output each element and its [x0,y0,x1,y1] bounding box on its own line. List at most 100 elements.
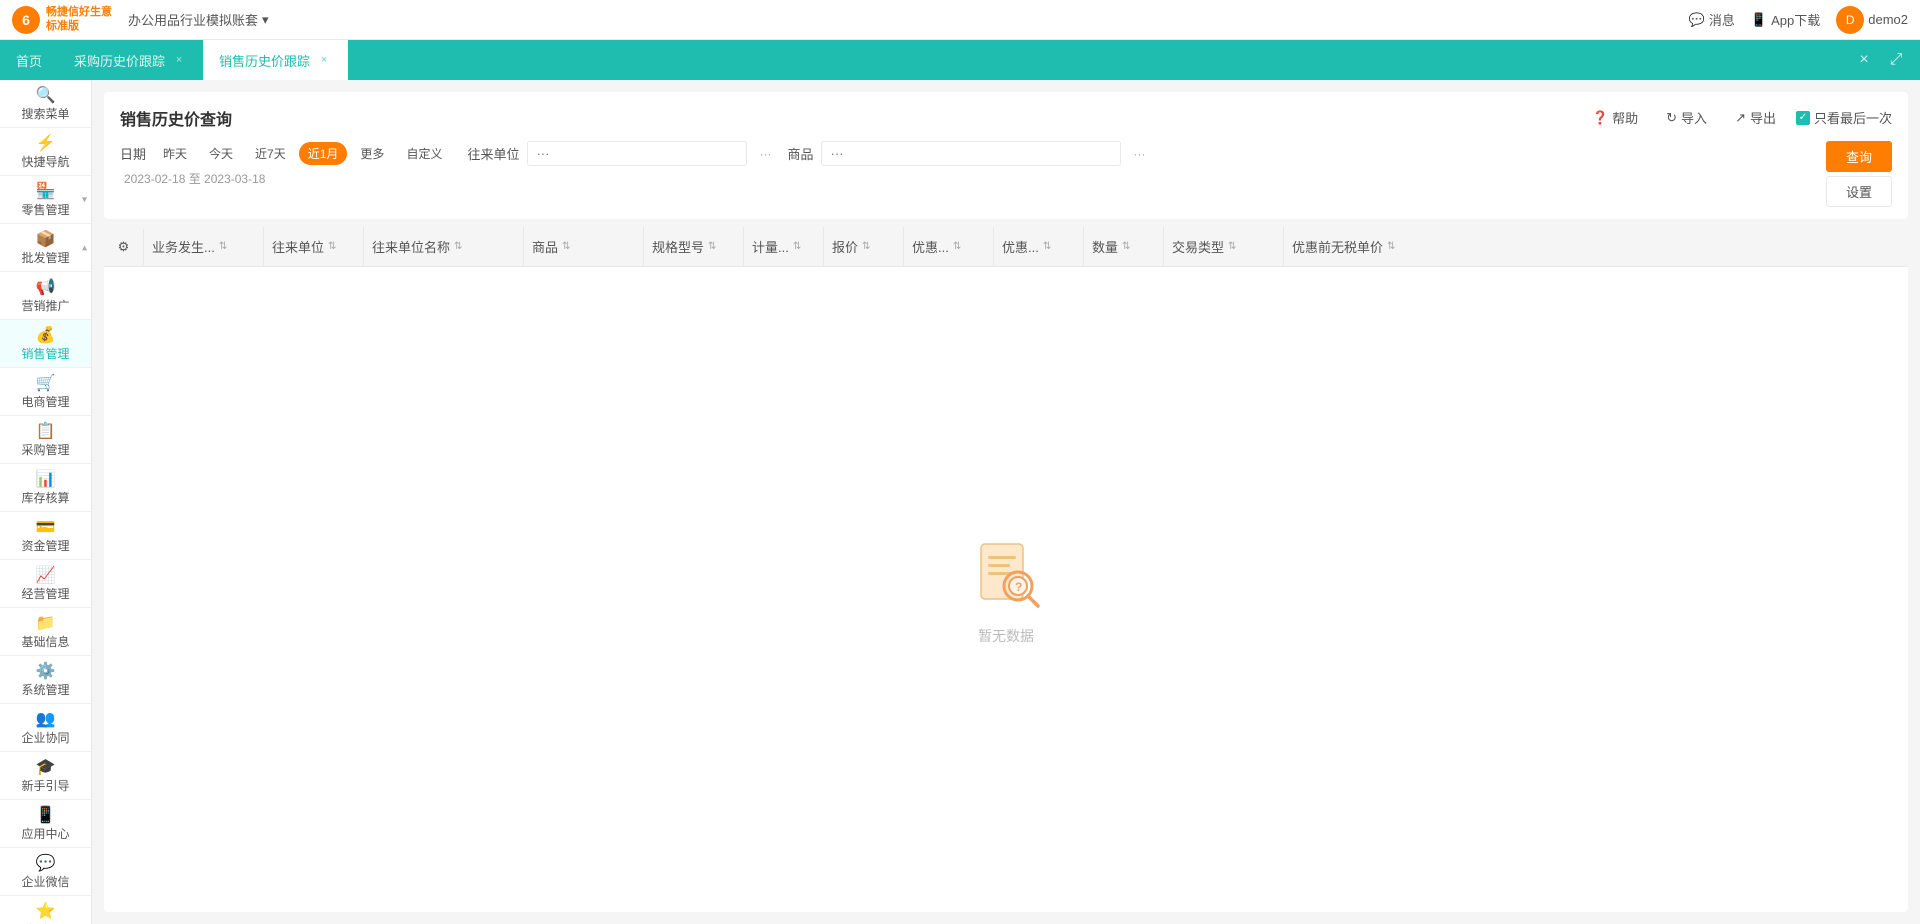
search-button[interactable]: 查询 [1826,141,1892,172]
partner-label: 往来单位 [467,144,519,163]
th-unit[interactable]: 计量... ⇅ [744,227,824,266]
finance-icon: 💳 [36,517,56,537]
help-button[interactable]: ❓ 帮助 [1584,104,1646,131]
sidebar-item-inventory[interactable]: 📊 库存核算 [0,464,91,512]
export-button[interactable]: ↗ 导出 [1727,104,1784,131]
sort-icon: ⇅ [1122,241,1130,252]
date-btn-last7days[interactable]: 近7天 [246,142,295,165]
tab-sales-history[interactable]: 销售历史价跟踪 × [203,40,348,80]
tab-sales-history-close[interactable]: × [316,52,332,68]
product-input-clear[interactable]: ··· [1133,147,1145,161]
th-qty[interactable]: 数量 ⇅ [1084,227,1164,266]
only-last-wrapper[interactable]: ✓ 只看最后一次 [1796,108,1892,127]
app-download-label: App下载 [1771,10,1820,29]
sidebar-item-app-center[interactable]: 📱 应用中心 [0,800,91,848]
chevron-down-icon: ▾ [82,194,87,205]
sidebar-item-enterprise-collab[interactable]: 👥 企业协同 [0,704,91,752]
sidebar-item-basic-info-label: 基础信息 [21,635,69,651]
sidebar-item-search-menu-label: 搜索菜单 [21,107,69,123]
th-product-label: 商品 [532,237,558,256]
app-download-button[interactable]: 📱 App下载 [1751,10,1820,29]
sidebar-item-enterprise-wechat[interactable]: 💬 企业微信 [0,848,91,896]
th-discount2[interactable]: 优惠... ⇅ [994,227,1084,266]
date-btn-yesterday[interactable]: 昨天 [154,142,196,165]
query-row: 日期 昨天 今天 近7天 近1月 更多 自定义 [120,141,1145,166]
sidebar-item-new-guide[interactable]: 🎓 新手引导 [0,752,91,800]
user-menu[interactable]: D demo2 [1836,6,1908,34]
th-product[interactable]: 商品 ⇅ [524,227,644,266]
sidebar-item-retail-mgmt[interactable]: 🏪 零售管理 ▾ [0,176,91,224]
sidebar-item-finance-mgmt[interactable]: 💳 资金管理 [0,512,91,560]
partner-input-clear[interactable]: ··· [759,147,771,161]
sales-icon: 💰 [36,325,56,345]
tab-purchase-history-close[interactable]: × [171,52,187,68]
import-button[interactable]: ↻ 导入 [1658,104,1715,131]
th-trade-type[interactable]: 交易类型 ⇅ [1164,227,1284,266]
sidebar-item-sales-mgmt-label: 销售管理 [21,347,69,363]
column-settings-icon: ⚙ [118,239,130,255]
table-container: ⚙ 业务发生... ⇅ 往来单位 ⇅ 往来单位名称 ⇅ [104,227,1908,912]
tab-home[interactable]: 首页 [0,40,58,80]
th-business-date-label: 业务发生... [152,237,215,256]
header-actions: ❓ 帮助 ↻ 导入 ↗ 导出 ✓ 只看最后一次 [1584,104,1892,131]
date-btn-last1month[interactable]: 近1月 [299,142,348,165]
sidebar-item-basic-info[interactable]: 📁 基础信息 [0,608,91,656]
app-center-icon: 📱 [36,805,56,825]
expand-button[interactable]: ⤢ [1884,48,1908,72]
th-pretax-price[interactable]: 优惠前无税单价 ⇅ [1284,227,1908,266]
sidebar-item-sales-mgmt[interactable]: 💰 销售管理 [0,320,91,368]
th-unit-label: 计量... [752,237,789,256]
th-partner-name[interactable]: 往来单位名称 ⇅ [364,227,524,266]
sidebar-item-search-menu[interactable]: 🔍 搜索菜单 [0,80,91,128]
message-button[interactable]: 💬 消息 [1689,10,1735,29]
sidebar-item-quick-nav[interactable]: ⚡ 快捷导航 [0,128,91,176]
sidebar-item-wholesale-mgmt[interactable]: 📦 批发管理 ▴ [0,224,91,272]
sidebar-item-ecommerce-mgmt[interactable]: 🛒 电商管理 [0,368,91,416]
message-label: 消息 [1709,10,1735,29]
app-selector[interactable]: 办公用品行业模拟账套 ▾ [120,6,277,33]
sidebar-item-system-mgmt[interactable]: ⚙️ 系统管理 [0,656,91,704]
product-input[interactable] [821,141,1121,166]
partner-input[interactable] [527,141,747,166]
tab-purchase-history[interactable]: 采购历史价跟踪 × [58,40,203,80]
th-business-date[interactable]: 业务发生... ⇅ [144,227,264,266]
page-title: 销售历史价查询 [120,106,232,130]
svg-text:?: ? [1015,580,1022,594]
close-all-tabs-button[interactable]: × [1852,48,1876,72]
partner-field: 往来单位 ··· [467,141,771,166]
purchase-icon: 📋 [36,421,56,441]
sidebar-item-operations-mgmt[interactable]: 📈 经营管理 [0,560,91,608]
collab-icon: 👥 [36,709,56,729]
sidebar-item-purchase-mgmt[interactable]: 📋 采购管理 [0,416,91,464]
sidebar-item-new-guide-label: 新手引导 [21,779,69,795]
member-icon: ⭐ [36,901,56,921]
sort-icon: ⇅ [1387,241,1395,252]
sidebar-item-marketing-label: 营销推广 [21,299,69,315]
export-label: 导出 [1750,108,1776,127]
sidebar-item-member[interactable]: ⭐ 畅会员 [0,896,91,924]
top-bar: 6 畅捷信好生意 标准版 办公用品行业模拟账套 ▾ 💬 消息 📱 App下载 D… [0,0,1920,40]
sidebar-item-marketing[interactable]: 📢 营销推广 [0,272,91,320]
sort-icon: ⇅ [219,241,227,252]
only-last-checkbox[interactable]: ✓ [1796,111,1810,125]
th-discount1[interactable]: 优惠... ⇅ [904,227,994,266]
help-label: 帮助 [1612,108,1638,127]
th-spec[interactable]: 规格型号 ⇅ [644,227,744,266]
help-icon: ❓ [1592,110,1608,126]
query-actions: 查询 设置 [1826,141,1892,207]
page-content: 销售历史价查询 ❓ 帮助 ↻ 导入 ↗ 导出 [92,80,1920,924]
th-discount1-label: 优惠... [912,237,949,256]
th-settings[interactable]: ⚙ [104,229,144,265]
date-btn-more[interactable]: 更多 [351,142,393,165]
inventory-icon: 📊 [36,469,56,489]
tab-bar: 首页 采购历史价跟踪 × 销售历史价跟踪 × × ⤢ [0,40,1920,80]
th-price[interactable]: 报价 ⇅ [824,227,904,266]
top-bar-left: 6 畅捷信好生意 标准版 办公用品行业模拟账套 ▾ [12,6,277,34]
settings-button[interactable]: 设置 [1826,176,1892,207]
th-partner-code[interactable]: 往来单位 ⇅ [264,227,364,266]
date-btn-today[interactable]: 今天 [200,142,242,165]
download-icon: 📱 [1751,12,1767,28]
date-btn-custom[interactable]: 自定义 [397,142,451,165]
search-icon: 🔍 [36,85,56,105]
th-partner-code-label: 往来单位 [272,237,324,256]
